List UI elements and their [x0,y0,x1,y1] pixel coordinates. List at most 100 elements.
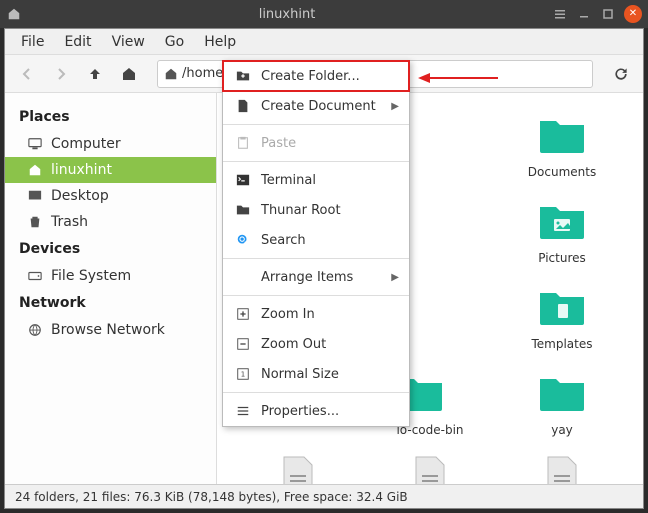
properties-icon [235,403,251,419]
text-file-icon [538,455,586,484]
cm-separator [223,258,409,259]
menu-edit[interactable]: Edit [54,31,101,53]
statusbar: 24 folders, 21 files: 76.3 KiB (78,148 b… [5,484,643,508]
file-bash-profile[interactable]: .bash_profile [501,455,623,484]
menu-file[interactable]: File [11,31,54,53]
folder-plus-icon [235,68,251,84]
cm-properties[interactable]: Properties... [223,396,409,426]
maximize-button[interactable] [600,6,616,22]
folder-yay[interactable]: yay [501,369,623,437]
cm-separator [223,124,409,125]
search-icon [235,232,251,248]
text-file-icon [406,455,454,484]
sidebar-item-computer[interactable]: Computer [5,131,216,157]
cm-label: Arrange Items [261,270,353,285]
submenu-arrow-icon: ▶ [391,272,399,283]
folder-picture-icon [538,197,586,245]
sidebar-item-trash[interactable]: Trash [5,209,216,235]
monitor-icon [27,136,43,152]
sidebar-item-label: File System [51,268,131,284]
cm-arrange-items[interactable]: Arrange Items ▶ [223,262,409,292]
cm-label: Paste [261,136,296,151]
folder-pictures[interactable]: Pictures [501,197,623,265]
cm-paste: Paste [223,128,409,158]
menubar: File Edit View Go Help [5,29,643,55]
cm-zoom-in[interactable]: Zoom In [223,299,409,329]
window-title: linuxhint [22,7,552,22]
forward-button[interactable] [47,60,75,88]
menu-view[interactable]: View [102,31,155,53]
app-icon [6,6,22,22]
sidebar-item-linuxhint[interactable]: linuxhint [5,157,216,183]
file-label: Templates [531,337,592,351]
cm-separator [223,295,409,296]
cm-label: Normal Size [261,367,339,382]
context-menu: Create Folder... Create Document ▶ Paste… [222,60,410,427]
cm-create-document[interactable]: Create Document ▶ [223,91,409,121]
file-label: Pictures [538,251,586,265]
normal-size-icon: 1 [235,366,251,382]
sidebar-item-label: linuxhint [51,162,112,178]
file-label: Documents [528,165,596,179]
cm-label: Terminal [261,173,316,188]
zoom-in-icon [235,306,251,322]
up-button[interactable] [81,60,109,88]
folder-icon [538,369,586,417]
path-text: /home [182,66,223,81]
zoom-out-icon [235,336,251,352]
cm-label: Thunar Root [261,203,341,218]
cm-separator [223,161,409,162]
home-icon [164,67,178,81]
minimize-button[interactable] [576,6,592,22]
menu-icon[interactable] [552,6,568,22]
sidebar-item-label: Browse Network [51,322,165,338]
disk-icon [27,268,43,284]
doc-plus-icon [235,98,251,114]
home-icon [27,162,43,178]
status-text: 24 folders, 21 files: 76.3 KiB (78,148 b… [15,490,408,504]
folder-templates[interactable]: Templates [501,283,623,351]
sidebar-item-browse-network[interactable]: Browse Network [5,317,216,343]
paste-icon [235,135,251,151]
folder-templates-icon [538,283,586,331]
cm-label: Properties... [261,404,339,419]
text-file-icon [274,455,322,484]
file-bash-logout[interactable]: .bash_logout [369,455,491,484]
home-button[interactable] [115,60,143,88]
submenu-arrow-icon: ▶ [391,101,399,112]
file-label: yay [551,423,573,437]
cm-create-folder[interactable]: Create Folder... [223,61,409,91]
cm-label: Zoom Out [261,337,326,352]
sidebar: Places Computer linuxhint Desktop Trash … [5,93,217,484]
sidebar-item-label: Computer [51,136,121,152]
sidebar-item-label: Trash [51,214,88,230]
folder-documents[interactable]: Documents [501,111,623,179]
sidebar-item-filesystem[interactable]: File System [5,263,216,289]
svg-text:1: 1 [241,371,245,379]
menu-go[interactable]: Go [155,31,194,53]
sidebar-item-label: Desktop [51,188,109,204]
globe-icon [27,322,43,338]
sidebar-heading-places: Places [5,103,216,131]
blank-icon [235,269,251,285]
cm-label: Zoom In [261,307,315,322]
folder-icon [538,111,586,159]
cm-search[interactable]: Search [223,225,409,255]
cm-terminal[interactable]: Terminal [223,165,409,195]
close-button[interactable]: ✕ [624,5,642,23]
menu-help[interactable]: Help [194,31,246,53]
reload-button[interactable] [607,60,635,88]
cm-label: Create Document [261,99,376,114]
terminal-icon [235,172,251,188]
cm-normal-size[interactable]: 1 Normal Size [223,359,409,389]
cm-zoom-out[interactable]: Zoom Out [223,329,409,359]
cm-thunar-root[interactable]: Thunar Root [223,195,409,225]
back-button[interactable] [13,60,41,88]
file-bash-history[interactable]: .bash_history [237,455,359,484]
folder-icon [235,202,251,218]
titlebar: linuxhint ✕ [0,0,648,28]
sidebar-item-desktop[interactable]: Desktop [5,183,216,209]
cm-label: Create Folder... [261,69,360,84]
cm-separator [223,392,409,393]
sidebar-heading-devices: Devices [5,235,216,263]
